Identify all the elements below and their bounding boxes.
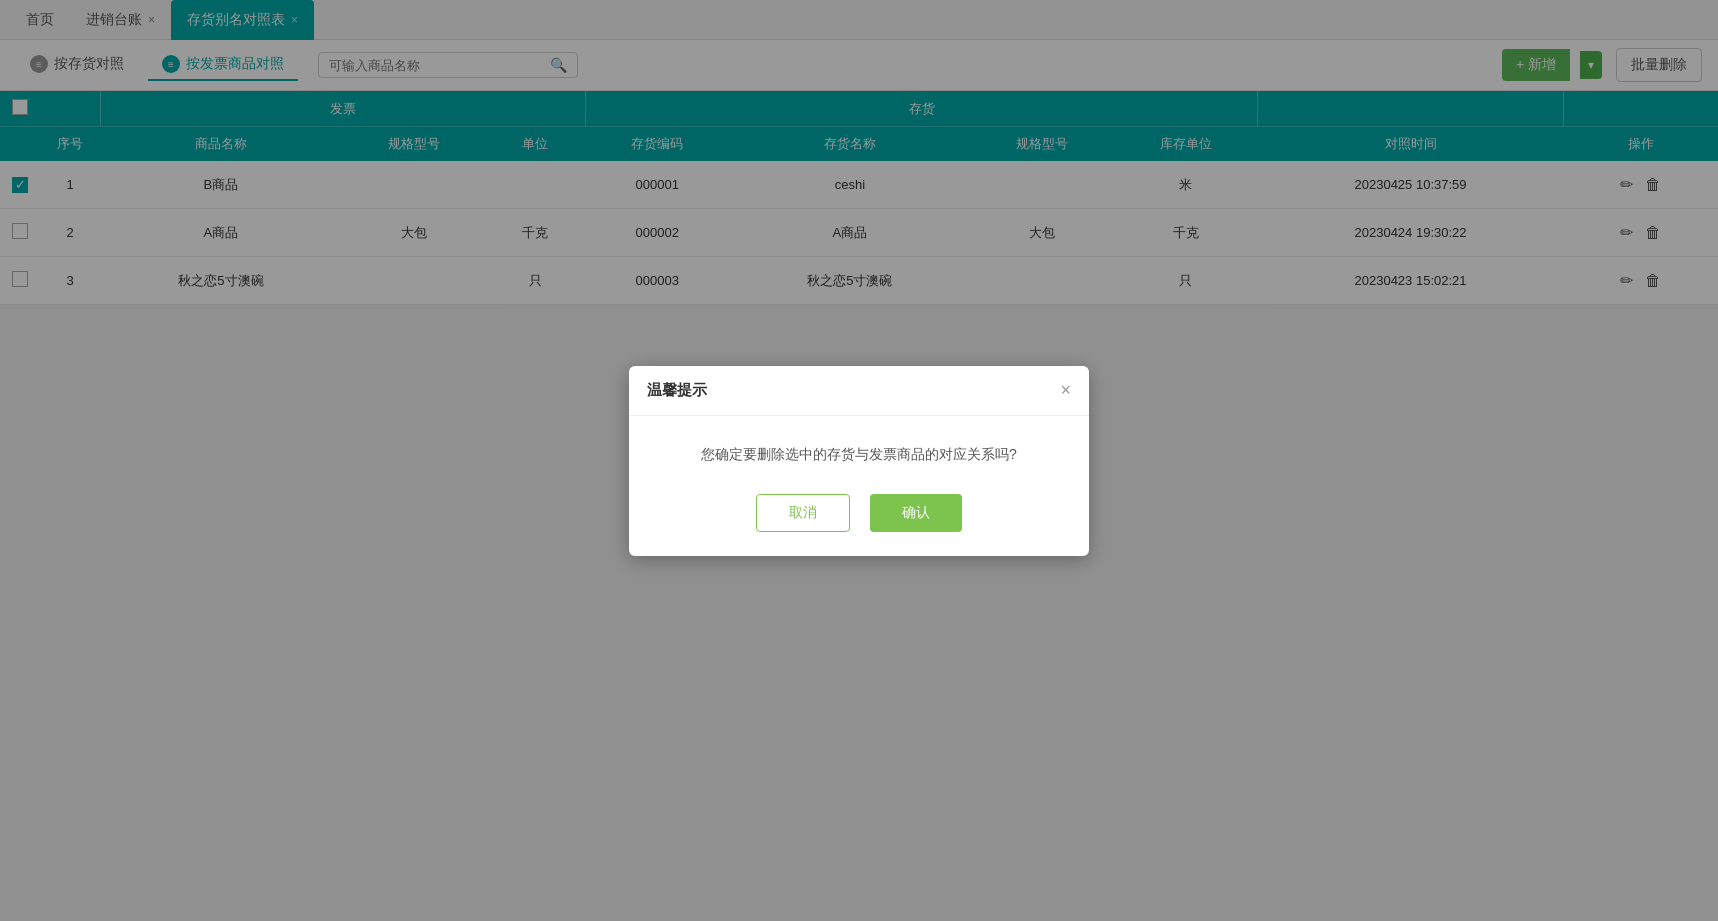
modal-overlay[interactable]: 温馨提示 × 您确定要删除选中的存货与发票商品的对应关系吗? 取消 确认 <box>0 0 1718 305</box>
